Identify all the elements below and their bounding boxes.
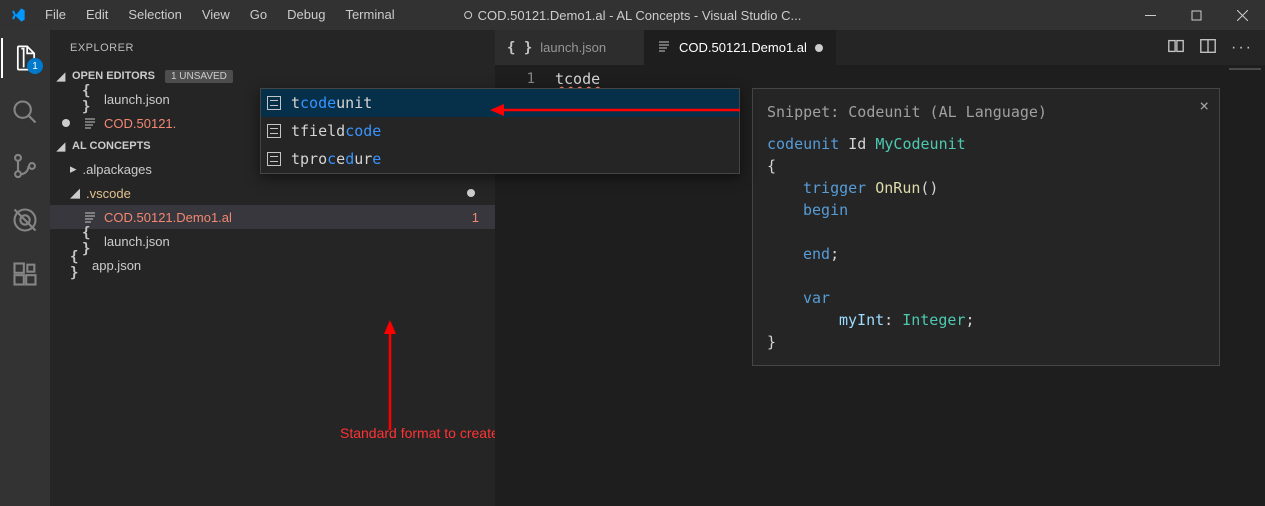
split-editor-icon[interactable] xyxy=(1199,37,1217,58)
activity-extensions[interactable] xyxy=(1,254,49,294)
menu-terminal[interactable]: Terminal xyxy=(335,0,404,30)
snippet-icon xyxy=(267,96,281,110)
activity-search[interactable] xyxy=(1,92,49,132)
sidebar-title: EXPLORER xyxy=(50,30,495,65)
file-lines-icon xyxy=(657,39,671,56)
snippet-detail-panel: × Snippet: Codeunit (AL Language) codeun… xyxy=(752,88,1220,366)
close-button[interactable] xyxy=(1219,0,1265,30)
autocomplete-item-tprocedure[interactable]: tprocedure xyxy=(261,145,739,173)
suggestion-text: tcodeunit xyxy=(291,94,372,112)
tab-launch-json[interactable]: { } launch.json xyxy=(495,30,645,65)
more-actions-icon[interactable]: ··· xyxy=(1231,39,1253,57)
unsaved-badge: 1 UNSAVED xyxy=(165,70,233,83)
suggestion-text: tprocedure xyxy=(291,150,381,168)
minimap[interactable] xyxy=(1225,65,1265,506)
json-icon: { } xyxy=(507,40,532,56)
window-controls xyxy=(1127,0,1265,30)
snippet-line: end; xyxy=(767,243,1205,265)
dirty-dot-icon xyxy=(815,44,823,52)
snippet-line: begin xyxy=(767,199,1205,221)
vscode-logo-icon xyxy=(0,7,35,23)
snippet-line: codeunit Id MyCodeunit xyxy=(767,133,1205,155)
window-title: COD.50121.Demo1.al - AL Concepts - Visua… xyxy=(464,8,802,23)
file-cod-demo[interactable]: COD.50121.Demo1.al 1 xyxy=(50,205,495,229)
open-editors-label: OPEN EDITORS xyxy=(72,70,155,82)
activity-debug[interactable] xyxy=(1,200,49,240)
snippet-icon xyxy=(267,152,281,166)
open-editors-header[interactable]: ◢ OPEN EDITORS 1 UNSAVED xyxy=(50,65,495,87)
menu-selection[interactable]: Selection xyxy=(118,0,191,30)
editor-actions: ··· xyxy=(1167,30,1265,65)
snippet-line: myInt: Integer; xyxy=(767,309,1205,331)
tab-label: COD.50121.Demo1.al xyxy=(679,40,807,55)
snippet-line: var xyxy=(767,287,1205,309)
close-icon[interactable]: × xyxy=(1199,95,1209,117)
menu-debug[interactable]: Debug xyxy=(277,0,335,30)
window-title-text: COD.50121.Demo1.al - AL Concepts - Visua… xyxy=(478,8,802,23)
chevron-down-icon: ◢ xyxy=(54,140,68,153)
activity-bar: 1 xyxy=(0,30,50,506)
compare-icon[interactable] xyxy=(1167,37,1185,58)
snippet-icon xyxy=(267,124,281,138)
autocomplete-item-tfieldcode[interactable]: tfieldcode xyxy=(261,117,739,145)
activity-explorer[interactable]: 1 xyxy=(1,38,49,78)
code-text: tcode xyxy=(555,70,600,88)
file-lines-icon xyxy=(82,210,98,224)
menu-edit[interactable]: Edit xyxy=(76,0,118,30)
file-label: launch.json xyxy=(104,92,170,107)
snippet-line: } xyxy=(767,331,1205,353)
modified-dot-icon xyxy=(467,189,475,197)
explorer-badge: 1 xyxy=(27,58,43,74)
file-label: app.json xyxy=(92,258,141,273)
autocomplete-item-tcodeunit[interactable]: tcodeunit xyxy=(261,89,739,117)
file-label: launch.json xyxy=(104,234,170,249)
editor-tabs: { } launch.json COD.50121.Demo1.al ··· xyxy=(495,30,1265,65)
file-label: COD.50121. xyxy=(104,116,176,131)
suggestion-text: tfieldcode xyxy=(291,122,381,140)
file-launch-json[interactable]: { } launch.json xyxy=(50,229,495,253)
minimize-button[interactable] xyxy=(1127,0,1173,30)
chevron-down-icon: ◢ xyxy=(70,185,80,201)
menu-file[interactable]: File xyxy=(35,0,76,30)
workspace-label: AL CONCEPTS xyxy=(72,140,151,152)
activity-source-control[interactable] xyxy=(1,146,49,186)
file-app-json[interactable]: { } app.json xyxy=(50,253,495,277)
menu-bar: File Edit Selection View Go Debug Termin… xyxy=(35,0,405,30)
tab-label: launch.json xyxy=(540,40,606,55)
tab-cod-demo[interactable]: COD.50121.Demo1.al xyxy=(645,30,836,65)
chevron-right-icon: ▸ xyxy=(70,161,77,177)
dirty-indicator-icon xyxy=(464,11,472,19)
file-label: COD.50121.Demo1.al xyxy=(104,210,232,225)
line-number: 1 xyxy=(495,69,535,89)
snippet-line: trigger OnRun() xyxy=(767,177,1205,199)
json-icon: { } xyxy=(70,249,86,281)
file-lines-icon xyxy=(82,116,98,130)
title-bar: File Edit Selection View Go Debug Termin… xyxy=(0,0,1265,30)
error-count: 1 xyxy=(472,210,479,225)
menu-go[interactable]: Go xyxy=(240,0,277,30)
snippet-line: { xyxy=(767,155,1205,177)
menu-view[interactable]: View xyxy=(192,0,240,30)
folder-vscode[interactable]: ◢ .vscode xyxy=(50,181,495,205)
maximize-button[interactable] xyxy=(1173,0,1219,30)
chevron-down-icon: ◢ xyxy=(54,70,68,83)
folder-label: .alpackages xyxy=(83,162,152,177)
dirty-dot-icon xyxy=(62,119,70,127)
folder-label: .vscode xyxy=(86,186,131,201)
autocomplete-popup: tcodeunit tfieldcode tprocedure xyxy=(260,88,740,174)
snippet-title: Snippet: Codeunit (AL Language) xyxy=(767,101,1205,123)
